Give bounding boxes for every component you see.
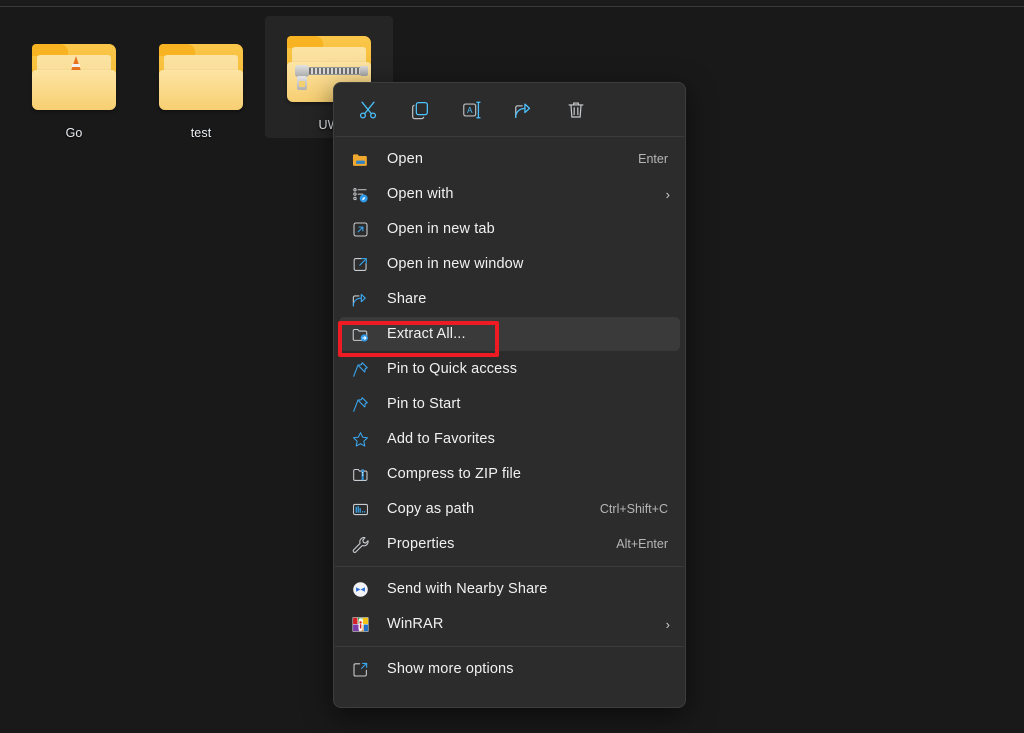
menu-item-open-in-new-tab[interactable]: Open in new tab [339, 212, 680, 246]
context-menu[interactable]: A [333, 82, 686, 708]
winrar-icon [351, 614, 377, 634]
open-with-icon [351, 184, 377, 204]
compress-zip-icon [351, 464, 377, 484]
menu-item-label: Show more options [377, 661, 672, 677]
menu-item-label: Properties [377, 536, 616, 552]
menu-item-share[interactable]: Share [339, 282, 680, 316]
wrench-icon [351, 534, 377, 554]
star-icon [351, 429, 377, 449]
copy-icon[interactable] [394, 91, 446, 129]
desktop-icon-label: Go [10, 126, 138, 140]
menu-item-accelerator: Ctrl+Shift+C [600, 502, 672, 516]
copy-as-path-icon [351, 499, 377, 519]
folder-open-icon [351, 149, 377, 169]
svg-text:A: A [467, 105, 473, 114]
menu-item-winrar[interactable]: WinRAR › [339, 607, 680, 641]
menu-item-show-more-options[interactable]: Show more options [339, 652, 680, 686]
menu-item-copy-as-path[interactable]: Copy as path Ctrl+Shift+C [339, 492, 680, 526]
menu-item-label: WinRAR [377, 616, 658, 632]
menu-item-accelerator: Alt+Enter [616, 537, 672, 551]
menu-item-properties[interactable]: Properties Alt+Enter [339, 527, 680, 561]
menu-item-label: Open with [377, 186, 658, 202]
new-window-icon [351, 254, 377, 274]
pin-icon [351, 394, 377, 414]
menu-item-label: Add to Favorites [377, 431, 672, 447]
share-icon[interactable] [498, 91, 550, 129]
desktop-icon-go[interactable]: Go [10, 24, 138, 146]
screen-top-strip [0, 0, 1024, 7]
chevron-right-icon: › [658, 617, 672, 632]
menu-item-pin-to-quick-access[interactable]: Pin to Quick access [339, 352, 680, 386]
menu-item-label: Share [377, 291, 672, 307]
menu-item-label: Send with Nearby Share [377, 581, 672, 597]
menu-item-label: Copy as path [377, 501, 600, 517]
folder-icon [137, 30, 265, 122]
context-menu-group-more: Show more options [334, 647, 685, 691]
menu-item-label: Open in new tab [377, 221, 672, 237]
share-icon [351, 289, 377, 309]
menu-item-label: Open [377, 151, 638, 167]
rename-icon[interactable]: A [446, 91, 498, 129]
pin-icon [351, 359, 377, 379]
context-menu-command-bar: A [334, 83, 685, 136]
menu-item-open-with[interactable]: Open with › [339, 177, 680, 211]
folder-with-vlc-cone-icon [10, 30, 138, 122]
cut-icon[interactable] [342, 91, 394, 129]
menu-item-label: Extract All... [377, 326, 672, 342]
menu-item-label: Compress to ZIP file [377, 466, 672, 482]
menu-item-label: Pin to Quick access [377, 361, 672, 377]
menu-item-pin-to-start[interactable]: Pin to Start [339, 387, 680, 421]
menu-item-open[interactable]: Open Enter [339, 142, 680, 176]
menu-item-compress-to-zip[interactable]: Compress to ZIP file [339, 457, 680, 491]
menu-item-label: Open in new window [377, 256, 672, 272]
chevron-right-icon: › [658, 187, 672, 202]
menu-item-send-with-nearby-share[interactable]: Send with Nearby Share [339, 572, 680, 606]
desktop-icon-test[interactable]: test [137, 24, 265, 146]
show-more-options-icon [351, 659, 377, 679]
menu-item-accelerator: Enter [638, 152, 672, 166]
context-menu-group-primary: Open Enter Open with › [334, 137, 685, 566]
delete-icon[interactable] [550, 91, 602, 129]
nearby-share-icon [351, 579, 377, 599]
extract-all-icon [351, 324, 377, 344]
context-menu-group-apps: Send with Nearby Share WinRAR › [334, 567, 685, 646]
menu-item-open-in-new-window[interactable]: Open in new window [339, 247, 680, 281]
menu-item-label: Pin to Start [377, 396, 672, 412]
menu-item-extract-all[interactable]: Extract All... [339, 317, 680, 351]
new-tab-icon [351, 219, 377, 239]
menu-item-add-to-favorites[interactable]: Add to Favorites [339, 422, 680, 456]
desktop-icon-label: test [137, 126, 265, 140]
